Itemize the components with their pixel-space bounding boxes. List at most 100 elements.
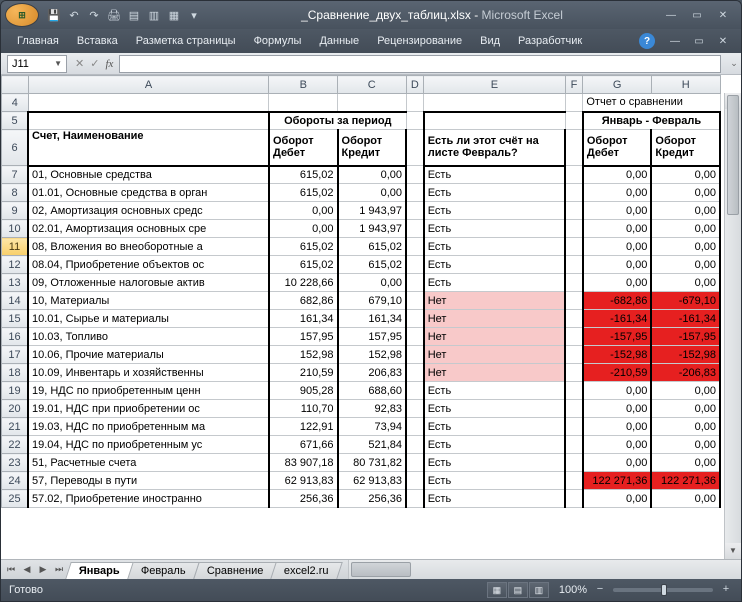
cell-name[interactable]: 09, Отложенные налоговые актив [28, 274, 269, 292]
col-header-E[interactable]: E [424, 76, 565, 94]
cell[interactable] [28, 112, 269, 130]
cell[interactable] [565, 346, 583, 364]
col-header-F[interactable]: F [565, 76, 583, 94]
menu-Вид[interactable]: Вид [472, 32, 508, 50]
hscroll-thumb[interactable] [351, 562, 411, 577]
cell-cmp-credit[interactable]: 0,00 [651, 418, 720, 436]
cell-name[interactable]: 51, Расчетные счета [28, 454, 269, 472]
cell-cmp-credit[interactable]: -161,34 [651, 310, 720, 328]
cell-credit[interactable]: 615,02 [338, 238, 407, 256]
cell-cmp-credit[interactable]: 0,00 [651, 220, 720, 238]
col-header-H[interactable]: H [651, 76, 720, 94]
minimize-button[interactable]: — [661, 8, 681, 22]
cell-credit[interactable]: 679,10 [338, 292, 407, 310]
cell-cmp-credit[interactable]: 0,00 [651, 454, 720, 472]
row-header[interactable]: 23 [2, 454, 29, 472]
row-header[interactable]: 8 [2, 184, 29, 202]
cell[interactable] [406, 112, 424, 130]
cell-cmp-debit[interactable]: -682,86 [583, 292, 652, 310]
cell-cmp-credit[interactable]: 0,00 [651, 184, 720, 202]
cell[interactable] [406, 130, 424, 166]
cell-credit[interactable]: 161,34 [338, 310, 407, 328]
cell-name[interactable]: 02, Амортизация основных средс [28, 202, 269, 220]
cell-debit[interactable]: 615,02 [269, 256, 338, 274]
qat-redo-icon[interactable]: ↷ [85, 6, 103, 24]
cell-exists[interactable]: Нет [424, 364, 565, 382]
cell-debit[interactable]: 615,02 [269, 166, 338, 184]
cell-cmp-credit[interactable]: 0,00 [651, 274, 720, 292]
cell[interactable] [406, 364, 424, 382]
cell-cmp-credit[interactable]: 0,00 [651, 256, 720, 274]
cell-cmp-credit[interactable]: 122 271,36 [651, 472, 720, 490]
scroll-thumb[interactable] [727, 95, 739, 215]
qat-tool-icon[interactable]: ▤ [125, 6, 143, 24]
qat-print-icon[interactable]: 🖨 [105, 6, 123, 24]
cell[interactable] [406, 238, 424, 256]
cell-name[interactable]: 57, Переводы в пути [28, 472, 269, 490]
cell-debit[interactable]: 615,02 [269, 184, 338, 202]
cell[interactable] [565, 166, 583, 184]
cell[interactable] [565, 490, 583, 508]
cell[interactable] [565, 382, 583, 400]
formula-bar[interactable] [119, 55, 721, 73]
cell-debit[interactable]: 161,34 [269, 310, 338, 328]
help-icon[interactable]: ? [639, 33, 655, 49]
cell-name[interactable]: 10.01, Сырье и материалы [28, 310, 269, 328]
col-header-B[interactable]: B [269, 76, 338, 94]
row-header[interactable]: 5 [2, 112, 29, 130]
cell-exists[interactable]: Есть [424, 238, 565, 256]
cell[interactable] [406, 418, 424, 436]
cell-cmp-debit[interactable]: 0,00 [583, 220, 652, 238]
cell-debit[interactable]: 256,36 [269, 490, 338, 508]
report-header[interactable]: Отчет о сравнении [583, 94, 720, 112]
cell[interactable] [565, 436, 583, 454]
office-button[interactable]: ⊞ [5, 3, 39, 27]
cell[interactable] [406, 292, 424, 310]
cell-credit[interactable]: 206,83 [338, 364, 407, 382]
cell-exists[interactable]: Есть [424, 202, 565, 220]
cell-exists[interactable]: Нет [424, 328, 565, 346]
view-layout-icon[interactable]: ▤ [508, 582, 528, 598]
cell-cmp-debit[interactable]: 0,00 [583, 382, 652, 400]
cell-name[interactable]: 10.09, Инвентарь и хозяйственны [28, 364, 269, 382]
cell[interactable] [565, 202, 583, 220]
cell-exists[interactable]: Есть [424, 418, 565, 436]
formula-bar-expand-icon[interactable]: ⌄ [727, 58, 741, 69]
cell-cmp-debit[interactable]: 0,00 [583, 418, 652, 436]
cell-credit[interactable]: 0,00 [338, 274, 407, 292]
mdi-restore-button[interactable]: ▭ [689, 34, 709, 48]
row-header[interactable]: 17 [2, 346, 29, 364]
cell-debit[interactable]: 110,70 [269, 400, 338, 418]
zoom-in-button[interactable]: + [719, 583, 733, 597]
fx-icon[interactable]: fx [105, 58, 113, 70]
vertical-scrollbar[interactable]: ▲ ▼ [724, 93, 741, 559]
col-header-D[interactable]: D [406, 76, 424, 94]
cell-cmp-debit[interactable]: 0,00 [583, 238, 652, 256]
cell[interactable] [269, 94, 338, 112]
name-box[interactable]: J11▼ [7, 55, 67, 73]
row-header[interactable]: 4 [2, 94, 29, 112]
cell[interactable] [406, 274, 424, 292]
cell-name[interactable]: 08, Вложения во внеоборотные а [28, 238, 269, 256]
cell-name[interactable]: 19.04, НДС по приобретенным ус [28, 436, 269, 454]
cell-debit[interactable]: 0,00 [269, 220, 338, 238]
cell-exists[interactable]: Есть [424, 400, 565, 418]
cell-exists[interactable]: Есть [424, 166, 565, 184]
qat-save-icon[interactable]: 💾 [45, 6, 63, 24]
cell-debit[interactable]: 62 913,83 [269, 472, 338, 490]
cell-cmp-debit[interactable]: -161,34 [583, 310, 652, 328]
row-header[interactable]: 21 [2, 418, 29, 436]
tab-first-icon[interactable]: ⏮ [3, 562, 19, 578]
row-header[interactable]: 20 [2, 400, 29, 418]
cell[interactable] [406, 310, 424, 328]
cell[interactable] [406, 400, 424, 418]
cell-credit[interactable]: 688,60 [338, 382, 407, 400]
cell[interactable] [406, 436, 424, 454]
cell-cmp-debit[interactable]: -210,59 [583, 364, 652, 382]
row-header[interactable]: 15 [2, 310, 29, 328]
cell-debit[interactable]: 122,91 [269, 418, 338, 436]
cell-debit[interactable]: 682,86 [269, 292, 338, 310]
menu-Разметка страницы[interactable]: Разметка страницы [128, 32, 244, 50]
select-all-corner[interactable] [2, 76, 29, 94]
row-header[interactable]: 6 [2, 130, 29, 166]
